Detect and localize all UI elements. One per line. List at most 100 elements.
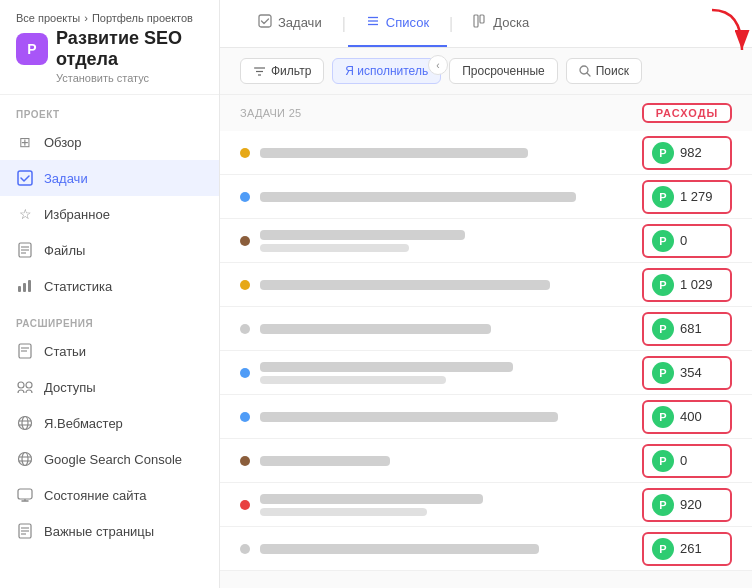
- task-expense-cell: Р0: [642, 224, 732, 258]
- sidebar-item-files[interactable]: Файлы: [0, 232, 219, 268]
- sidebar-item-webmaster[interactable]: Я.Вебмастер: [0, 405, 219, 441]
- task-bar-primary: [260, 456, 390, 466]
- expense-value: 920: [680, 497, 702, 512]
- expense-value: 0: [680, 233, 687, 248]
- task-expense-cell: Р920: [642, 488, 732, 522]
- expense-value: 0: [680, 453, 687, 468]
- task-expense-cell: Р354: [642, 356, 732, 390]
- files-icon: [16, 241, 34, 259]
- filter-button[interactable]: Фильтр: [240, 58, 324, 84]
- gsc-icon: [16, 450, 34, 468]
- tasks-count-label: ЗАДАЧИ 25: [240, 107, 642, 119]
- svg-rect-32: [474, 15, 478, 27]
- task-row[interactable]: Р1 029: [220, 263, 752, 307]
- favorites-icon: ☆: [16, 205, 34, 223]
- list-tab-icon: [366, 14, 380, 31]
- sidebar-item-favorites[interactable]: ☆ Избранное: [0, 196, 219, 232]
- overdue-label: Просроченные: [462, 64, 545, 78]
- task-bar-wrap: [260, 494, 632, 516]
- task-bar-primary: [260, 544, 539, 554]
- task-status-dot: [240, 280, 250, 290]
- tab-board-label: Доска: [493, 15, 529, 30]
- expense-icon: Р: [652, 186, 674, 208]
- sidebar-item-stats[interactable]: Статистика: [0, 268, 219, 304]
- task-expense-cell: Р261: [642, 532, 732, 566]
- task-bar-wrap: [260, 192, 632, 202]
- expense-value: 1 279: [680, 189, 713, 204]
- overview-icon: ⊞: [16, 133, 34, 151]
- tab-separator: |: [340, 15, 348, 33]
- task-row[interactable]: Р 1 279: [220, 175, 752, 219]
- task-status-dot: [240, 236, 250, 246]
- svg-point-17: [19, 453, 32, 466]
- task-row[interactable]: Р0: [220, 219, 752, 263]
- task-bar-primary: [260, 362, 513, 372]
- task-row[interactable]: Р0: [220, 439, 752, 483]
- svg-rect-6: [23, 283, 26, 292]
- expense-icon: Р: [652, 538, 674, 560]
- tab-tasks[interactable]: Задачи: [240, 0, 340, 47]
- expense-icon: Р: [652, 406, 674, 428]
- task-row[interactable]: Р 681: [220, 307, 752, 351]
- breadcrumb-part1: Все проекты: [16, 12, 80, 24]
- tab-list[interactable]: Список: [348, 0, 447, 47]
- main-content: Задачи | Список | Доска Фильтр: [220, 0, 752, 588]
- sidebar-item-label: Избранное: [44, 207, 110, 222]
- task-row[interactable]: Р920: [220, 483, 752, 527]
- svg-rect-0: [18, 171, 32, 185]
- project-avatar: Р: [16, 33, 48, 65]
- important-pages-icon: [16, 522, 34, 540]
- expense-value: 681: [680, 321, 702, 336]
- svg-point-11: [18, 382, 24, 388]
- sidebar-header: Все проекты › Портфель проектов Р Развит…: [0, 0, 219, 95]
- tab-board[interactable]: Доска: [455, 0, 547, 47]
- task-row[interactable]: Р354: [220, 351, 752, 395]
- breadcrumb: Все проекты › Портфель проектов: [16, 12, 203, 24]
- sidebar: Все проекты › Портфель проектов Р Развит…: [0, 0, 220, 588]
- expense-value: 400: [680, 409, 702, 424]
- expense-icon: Р: [652, 450, 674, 472]
- svg-rect-33: [480, 15, 484, 23]
- tab-separator-2: |: [447, 15, 455, 33]
- task-bar-primary: [260, 148, 528, 158]
- task-bar-primary: [260, 280, 550, 290]
- filter-label: Фильтр: [271, 64, 311, 78]
- assignee-button[interactable]: Я исполнитель: [332, 58, 441, 84]
- sidebar-item-overview[interactable]: ⊞ Обзор: [0, 124, 219, 160]
- expense-value: 1 029: [680, 277, 713, 292]
- sidebar-item-site-status[interactable]: Состояние сайта: [0, 477, 219, 513]
- expense-icon: Р: [652, 230, 674, 252]
- overdue-button[interactable]: Просроченные: [449, 58, 558, 84]
- task-expense-cell: Р982: [642, 136, 732, 170]
- top-tabs-bar: Задачи | Список | Доска: [220, 0, 752, 48]
- task-row[interactable]: Р 400: [220, 395, 752, 439]
- sidebar-item-important-pages[interactable]: Важные страницы: [0, 513, 219, 549]
- section-project-label: ПРОЕКТ: [0, 95, 219, 124]
- sidebar-item-tasks[interactable]: Задачи: [0, 160, 219, 196]
- sidebar-item-gsc[interactable]: Google Search Console: [0, 441, 219, 477]
- set-status-label[interactable]: Установить статус: [56, 72, 203, 84]
- task-expense-cell: Р1 029: [642, 268, 732, 302]
- sidebar-item-label: Важные страницы: [44, 524, 154, 539]
- task-bar-wrap: [260, 280, 632, 290]
- sidebar-collapse-button[interactable]: ‹: [428, 55, 448, 75]
- task-bar-secondary: [260, 508, 427, 516]
- search-label: Поиск: [596, 64, 629, 78]
- expense-value: 982: [680, 145, 702, 160]
- task-rows-container: Р982Р1 279Р0Р1 029Р681Р354Р400Р0Р920Р261: [220, 131, 752, 571]
- task-status-dot: [240, 456, 250, 466]
- sidebar-item-label: Задачи: [44, 171, 88, 186]
- svg-point-14: [22, 417, 28, 430]
- sidebar-item-label: Я.Вебмастер: [44, 416, 123, 431]
- svg-point-12: [26, 382, 32, 388]
- task-row[interactable]: Р982: [220, 131, 752, 175]
- expense-icon: Р: [652, 318, 674, 340]
- task-row[interactable]: Р261: [220, 527, 752, 571]
- site-status-icon: [16, 486, 34, 504]
- sidebar-item-label: Статьи: [44, 344, 86, 359]
- sidebar-item-access[interactable]: Доступы: [0, 369, 219, 405]
- sidebar-item-articles[interactable]: Статьи: [0, 333, 219, 369]
- search-button[interactable]: Поиск: [566, 58, 642, 84]
- task-bar-primary: [260, 192, 576, 202]
- svg-line-38: [587, 73, 590, 76]
